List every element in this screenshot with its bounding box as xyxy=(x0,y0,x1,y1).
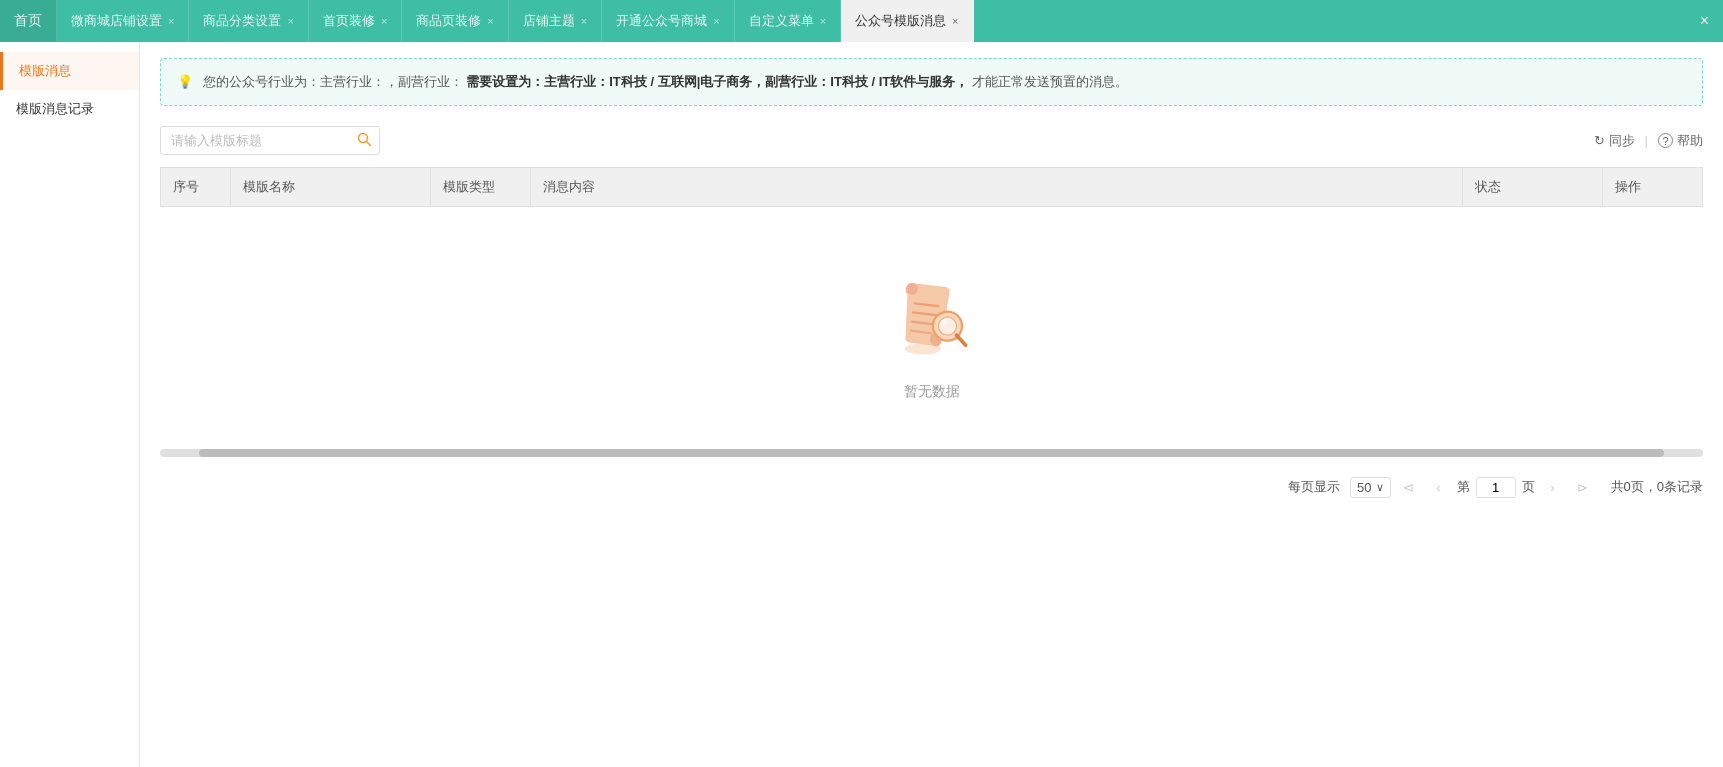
content-area: 💡 您的公众号行业为：主营行业：，副营行业： 需要设置为：主营行业：IT科技 /… xyxy=(140,42,1723,767)
nav-tab-home-label: 首页 xyxy=(14,12,42,30)
search-input[interactable] xyxy=(160,126,380,155)
table-header-row: 序号 模版名称 模版类型 消息内容 状态 操作 xyxy=(161,168,1703,207)
nav-tab-open-mall[interactable]: 开通公众号商城 × xyxy=(602,0,734,42)
nav-tab-product-decoration[interactable]: 商品页装修 × xyxy=(402,0,508,42)
chevron-down-icon: ∨ xyxy=(1376,481,1384,494)
sidebar-item-template-msg-log[interactable]: 模版消息记录 xyxy=(0,90,139,128)
close-icon[interactable]: × xyxy=(487,15,493,27)
nav-tab-wsc-settings-label: 微商城店铺设置 xyxy=(71,12,162,30)
page-size-label: 每页显示 xyxy=(1288,478,1340,496)
close-icon[interactable]: × xyxy=(287,15,293,27)
next-page-button[interactable]: › xyxy=(1541,475,1565,499)
notice-icon: 💡 xyxy=(177,74,193,89)
col-status: 状态 xyxy=(1463,168,1603,207)
table-scrollbar[interactable] xyxy=(160,449,1703,457)
prev-page-button[interactable]: ‹ xyxy=(1427,475,1451,499)
notice-prefix-text: 您的公众号行业为：主营行业：，副营行业： xyxy=(203,74,463,89)
nav-tab-custom-menu[interactable]: 自定义菜单 × xyxy=(735,0,841,42)
page-size-select[interactable]: 50 ∨ xyxy=(1350,477,1390,498)
col-seq: 序号 xyxy=(161,168,231,207)
search-bar: ↻ 同步 | ? 帮助 xyxy=(160,126,1703,155)
nav-tab-store-theme-label: 店铺主题 xyxy=(523,12,575,30)
svg-point-10 xyxy=(941,320,946,325)
nav-tab-open-mall-label: 开通公众号商城 xyxy=(616,12,707,30)
col-content: 消息内容 xyxy=(531,168,1463,207)
nav-tab-store-theme[interactable]: 店铺主题 × xyxy=(509,0,602,42)
sidebar-item-template-msg[interactable]: 模版消息 xyxy=(0,52,139,90)
nav-tab-custom-menu-label: 自定义菜单 xyxy=(749,12,814,30)
empty-state: 暂无数据 xyxy=(161,207,1703,441)
data-table: 序号 模版名称 模版类型 消息内容 状态 操作 xyxy=(160,167,1703,441)
close-icon[interactable]: × xyxy=(713,15,719,27)
col-name: 模版名称 xyxy=(231,168,431,207)
first-page-button[interactable]: ⊲ xyxy=(1397,475,1421,499)
help-button[interactable]: ? 帮助 xyxy=(1658,132,1703,150)
svg-point-8 xyxy=(938,317,956,335)
notice-box: 💡 您的公众号行业为：主营行业：，副营行业： 需要设置为：主营行业：IT科技 /… xyxy=(160,58,1703,106)
svg-line-1 xyxy=(367,141,371,145)
close-icon[interactable]: × xyxy=(820,15,826,27)
col-type: 模版类型 xyxy=(431,168,531,207)
total-text: 共0页，0条记录 xyxy=(1611,478,1703,496)
pagination: 每页显示 50 ∨ ⊲ ‹ 第 页 › ⊳ 共0页，0条记录 xyxy=(160,465,1703,503)
nav-tab-home-decoration-label: 首页装修 xyxy=(323,12,375,30)
last-page-button[interactable]: ⊳ xyxy=(1571,475,1595,499)
page-label-suffix: 页 xyxy=(1522,478,1535,496)
close-icon[interactable]: × xyxy=(168,15,174,27)
notice-highlight-text: 需要设置为：主营行业：IT科技 / 互联网|电子商务，副营行业：IT科技 / I… xyxy=(466,74,968,89)
nav-tab-product-category-label: 商品分类设置 xyxy=(203,12,281,30)
nav-tab-wsc-settings[interactable]: 微商城店铺设置 × xyxy=(57,0,189,42)
col-action: 操作 xyxy=(1603,168,1703,207)
page-label-prefix: 第 xyxy=(1457,478,1470,496)
empty-text: 暂无数据 xyxy=(904,383,960,401)
help-icon: ? xyxy=(1658,133,1673,148)
search-actions: ↻ 同步 | ? 帮助 xyxy=(1594,132,1703,150)
nav-tab-home[interactable]: 首页 xyxy=(0,0,57,42)
nav-tab-home-decoration[interactable]: 首页装修 × xyxy=(309,0,402,42)
close-icon[interactable]: × xyxy=(381,15,387,27)
sync-button[interactable]: ↻ 同步 xyxy=(1594,132,1635,150)
nav-tab-template-msg[interactable]: 公众号模版消息 × xyxy=(841,0,973,42)
top-nav-bar: 首页 微商城店铺设置 × 商品分类设置 × 首页装修 × 商品页装修 × 店铺主… xyxy=(0,0,1723,42)
notice-suffix-text: 才能正常发送预置的消息。 xyxy=(972,74,1128,89)
search-button[interactable] xyxy=(357,132,372,150)
svg-line-9 xyxy=(956,335,965,345)
nav-tab-template-msg-label: 公众号模版消息 xyxy=(855,12,946,30)
page-size-value: 50 xyxy=(1357,480,1371,495)
page-number-input[interactable] xyxy=(1476,477,1516,498)
scrollbar-thumb[interactable] xyxy=(199,449,1665,457)
divider: | xyxy=(1645,133,1648,148)
nav-tab-product-decoration-label: 商品页装修 xyxy=(416,12,481,30)
sync-icon: ↻ xyxy=(1594,133,1605,148)
search-input-wrap xyxy=(160,126,380,155)
sidebar: 模版消息 模版消息记录 xyxy=(0,42,140,767)
empty-illustration xyxy=(882,267,982,367)
close-icon[interactable]: × xyxy=(952,15,958,27)
close-icon[interactable]: × xyxy=(581,15,587,27)
close-all-button[interactable]: × xyxy=(1686,12,1723,30)
main-layout: 模版消息 模版消息记录 💡 您的公众号行业为：主营行业：，副营行业： 需要设置为… xyxy=(0,42,1723,767)
nav-tab-product-category[interactable]: 商品分类设置 × xyxy=(189,0,308,42)
